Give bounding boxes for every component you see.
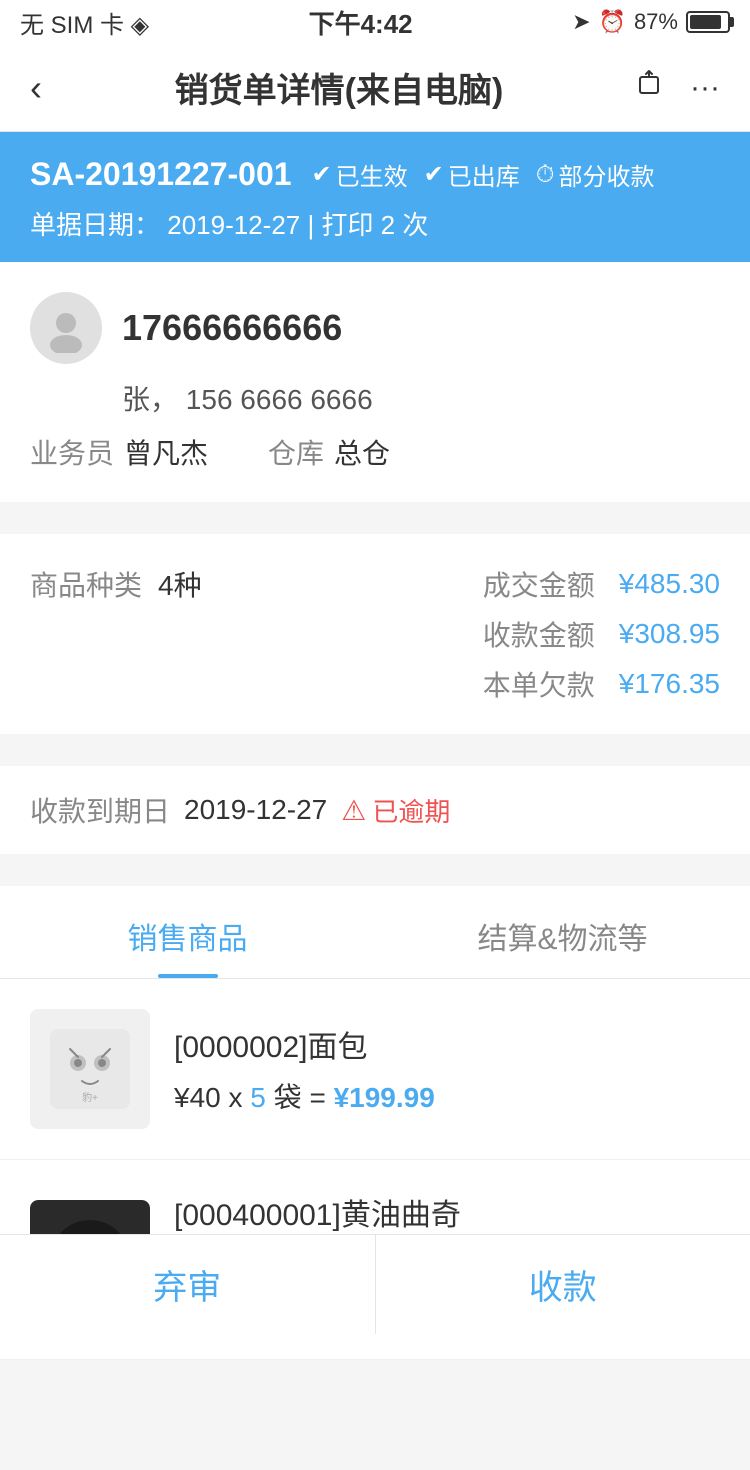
transaction-amount: 成交金额 ¥485.30 [483, 564, 720, 604]
product-name: [0000002]面包 [174, 1022, 720, 1066]
nav-bar: ‹ 销货单详情(来自电脑) ··· [0, 44, 750, 132]
divider-2 [0, 750, 750, 766]
warehouse-value: 总仓 [334, 432, 390, 472]
status-bar: 无 SIM 卡 ◈ 下午4:42 ➤ ⏰ 87% [0, 0, 750, 44]
page-title: 销货单详情(来自电脑) [175, 63, 504, 112]
customer-section: 17666666666 张， 156 6666 6666 业务员 曾凡杰 仓库 … [0, 262, 750, 502]
badge-shipped: ✔ 已出库 [424, 157, 520, 192]
overdue-icon: ⚠ [341, 794, 366, 827]
divider-3 [0, 870, 750, 886]
divider-1 [0, 518, 750, 534]
location-icon: ➤ [572, 9, 590, 35]
sales-rep-field: 业务员 曾凡杰 [30, 432, 208, 472]
reject-button[interactable]: 弃审 [0, 1235, 376, 1334]
customer-contact: 张， 156 6666 6666 [30, 378, 720, 418]
list-item[interactable]: 豹+ [0000002]面包 ¥40 x 5 袋 = ¥199.99 [0, 979, 750, 1160]
tab-products[interactable]: 销售商品 [0, 886, 375, 978]
overdue-badge: ⚠ 已逾期 [341, 792, 450, 829]
received-amount: 收款金额 ¥308.95 [483, 614, 720, 654]
status-right: ➤ ⏰ 87% [572, 9, 730, 35]
order-id: SA-20191227-001 [30, 156, 292, 193]
summary-section: 商品种类 4种 成交金额 ¥485.30 收款金额 ¥308.95 本单欠款 ¥… [0, 534, 750, 734]
badge-partial: ⏱ 部分收款 [536, 157, 655, 192]
customer-id[interactable]: 17666666666 [122, 307, 342, 349]
owed-amount: 本单欠款 ¥176.35 [483, 664, 720, 704]
customer-top: 17666666666 [30, 292, 720, 364]
status-time: 下午4:42 [309, 4, 413, 41]
bottom-bar: 弃审 收款 [0, 1234, 750, 1334]
tabs-row: 销售商品 结算&物流等 [0, 886, 750, 979]
product-kind: 商品种类 4种 [30, 564, 202, 604]
nav-actions: ··· [636, 69, 720, 107]
order-header-top: SA-20191227-001 ✔ 已生效 ✔ 已出库 ⏱ 部分收款 [30, 156, 720, 193]
alarm-icon: ⏰ [599, 9, 626, 35]
status-left: 无 SIM 卡 ◈ [20, 5, 149, 40]
due-label: 收款到期日 [30, 790, 170, 830]
product-name-2: [000400001]黄油曲奇 [174, 1190, 720, 1234]
customer-fields: 业务员 曾凡杰 仓库 总仓 [30, 432, 720, 472]
order-meta: 单据日期： 2019-12-27 | 打印 2 次 [30, 205, 720, 242]
svg-text:豹+: 豹+ [82, 1091, 98, 1104]
more-button[interactable]: ··· [690, 71, 720, 105]
share-button[interactable] [636, 69, 666, 107]
summary-financials: 成交金额 ¥485.30 收款金额 ¥308.95 本单欠款 ¥176.35 [483, 564, 720, 704]
clock-icon: ⏱ [536, 161, 555, 189]
warehouse-field: 仓库 总仓 [268, 432, 390, 472]
avatar [30, 292, 102, 364]
order-header: SA-20191227-001 ✔ 已生效 ✔ 已出库 ⏱ 部分收款 单据日期：… [0, 132, 750, 262]
sales-rep-value: 曾凡杰 [124, 432, 208, 472]
back-button[interactable]: ‹ [30, 67, 42, 109]
due-section: 收款到期日 2019-12-27 ⚠ 已逾期 [0, 766, 750, 854]
check-icon: ✔ [312, 160, 332, 189]
overdue-label: 已逾期 [372, 792, 450, 829]
check-icon-2: ✔ [424, 160, 444, 189]
battery-percent: 87% [634, 9, 678, 35]
product-price: ¥40 x 5 袋 = ¥199.99 [174, 1076, 720, 1116]
badge-active: ✔ 已生效 [312, 157, 408, 192]
product-info: [0000002]面包 ¥40 x 5 袋 = ¥199.99 [174, 1022, 720, 1116]
sim-status: 无 SIM 卡 ◈ [20, 5, 149, 40]
tab-settlement[interactable]: 结算&物流等 [375, 886, 750, 978]
collect-button[interactable]: 收款 [376, 1235, 750, 1334]
product-thumbnail: 豹+ [30, 1009, 150, 1129]
tabs-section: 销售商品 结算&物流等 [0, 886, 750, 979]
summary-row: 商品种类 4种 成交金额 ¥485.30 收款金额 ¥308.95 本单欠款 ¥… [30, 564, 720, 704]
due-date: 2019-12-27 [184, 794, 327, 826]
battery-icon [686, 11, 730, 33]
status-badges: ✔ 已生效 ✔ 已出库 ⏱ 部分收款 [312, 157, 655, 192]
